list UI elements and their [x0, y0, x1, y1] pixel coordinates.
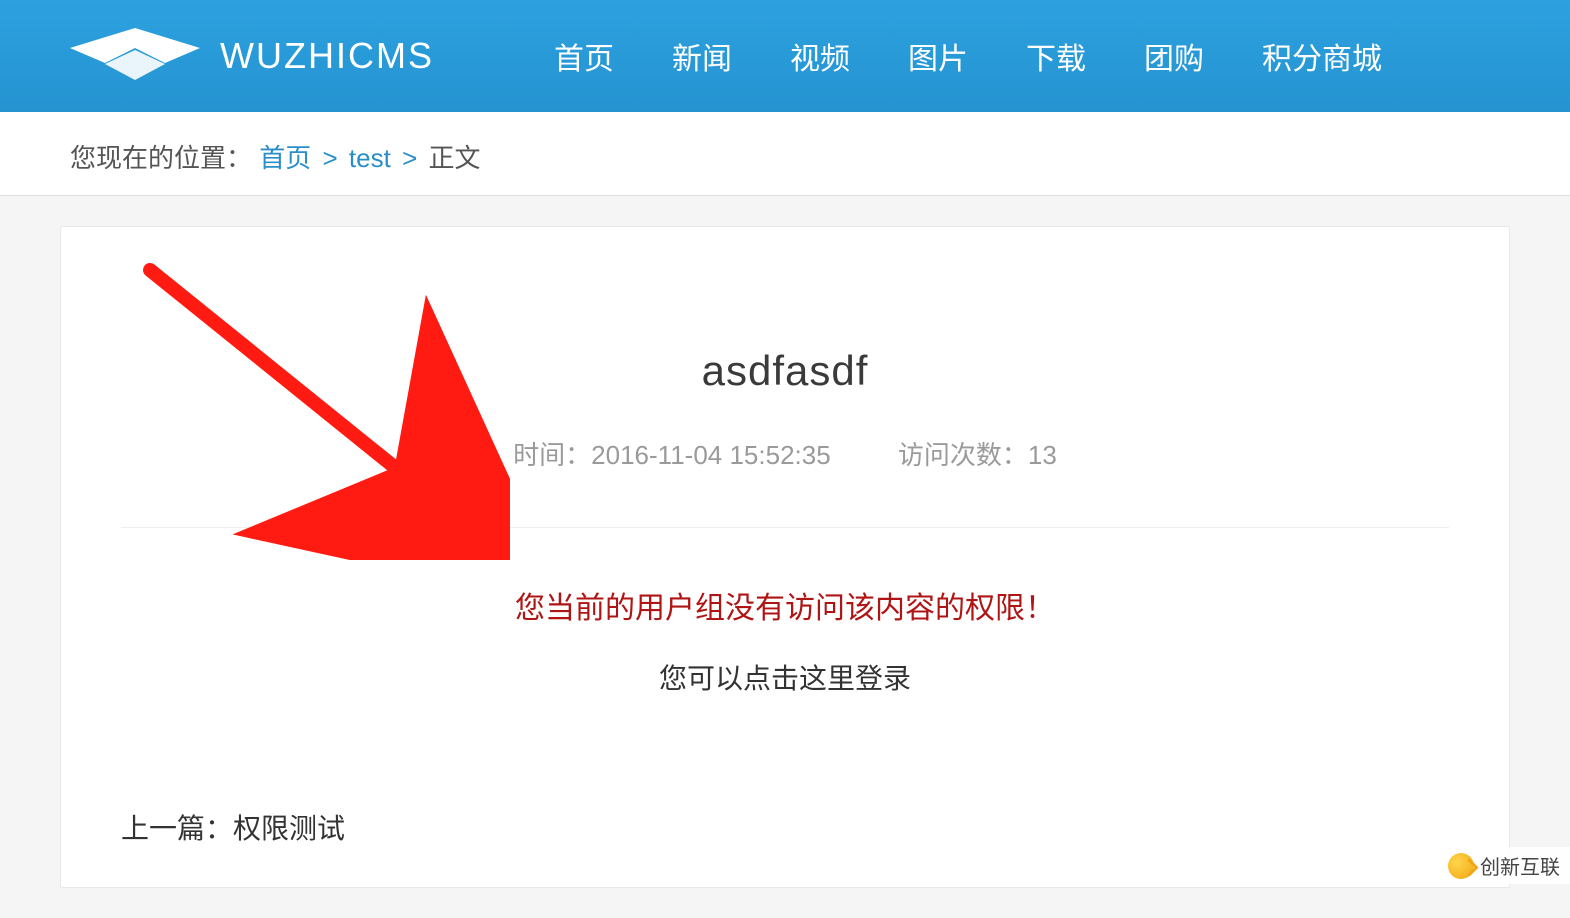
- main-nav: 首页 新闻 视频 图片 下载 团购 积分商城: [514, 34, 1500, 78]
- breadcrumb-test[interactable]: test: [349, 143, 391, 173]
- watermark-icon: [1448, 853, 1474, 879]
- nav-download[interactable]: 下载: [1026, 34, 1086, 78]
- time-value: 2016-11-04 15:52:35: [591, 440, 831, 470]
- watermark-text: 创新互联: [1480, 851, 1560, 880]
- divider: [121, 527, 1449, 528]
- watermark: 创新互联: [1442, 847, 1570, 884]
- breadcrumb-home[interactable]: 首页: [259, 143, 311, 173]
- breadcrumb-current: 正文: [429, 143, 481, 173]
- views-value: 13: [1028, 440, 1057, 470]
- breadcrumb-label: 您现在的位置：: [70, 143, 252, 173]
- nav-news[interactable]: 新闻: [672, 34, 732, 78]
- article-meta: 时间：2016-11-04 15:52:35 访问次数：13: [121, 435, 1449, 472]
- breadcrumb-sep: >: [402, 143, 417, 173]
- article-card: asdfasdf 时间：2016-11-04 15:52:35 访问次数：13 …: [60, 226, 1510, 888]
- login-link[interactable]: 您可以点击这里登录: [121, 657, 1449, 697]
- prev-label: 上一篇：: [121, 813, 233, 844]
- views-label: 访问次数：: [898, 440, 1028, 470]
- brand-text: WUZHICMS: [220, 35, 434, 77]
- logo[interactable]: WUZHICMS: [70, 28, 434, 84]
- logo-icon: [70, 28, 200, 84]
- nav-video[interactable]: 视频: [790, 34, 850, 78]
- site-header: WUZHICMS 首页 新闻 视频 图片 下载 团购 积分商城: [0, 0, 1570, 112]
- prev-article: 上一篇：权限测试: [121, 807, 1449, 847]
- prev-article-link[interactable]: 权限测试: [233, 813, 345, 844]
- content-area: asdfasdf 时间：2016-11-04 15:52:35 访问次数：13 …: [0, 196, 1570, 918]
- nav-image[interactable]: 图片: [908, 34, 968, 78]
- breadcrumb: 您现在的位置： 首页 > test > 正文: [0, 112, 1570, 196]
- article-title: asdfasdf: [121, 347, 1449, 395]
- breadcrumb-sep: >: [323, 143, 338, 173]
- permission-denied-message: 您当前的用户组没有访问该内容的权限！: [121, 583, 1449, 627]
- nav-groupbuy[interactable]: 团购: [1144, 34, 1204, 78]
- nav-home[interactable]: 首页: [554, 34, 614, 78]
- nav-points-mall[interactable]: 积分商城: [1262, 34, 1382, 78]
- time-label: 时间：: [513, 440, 591, 470]
